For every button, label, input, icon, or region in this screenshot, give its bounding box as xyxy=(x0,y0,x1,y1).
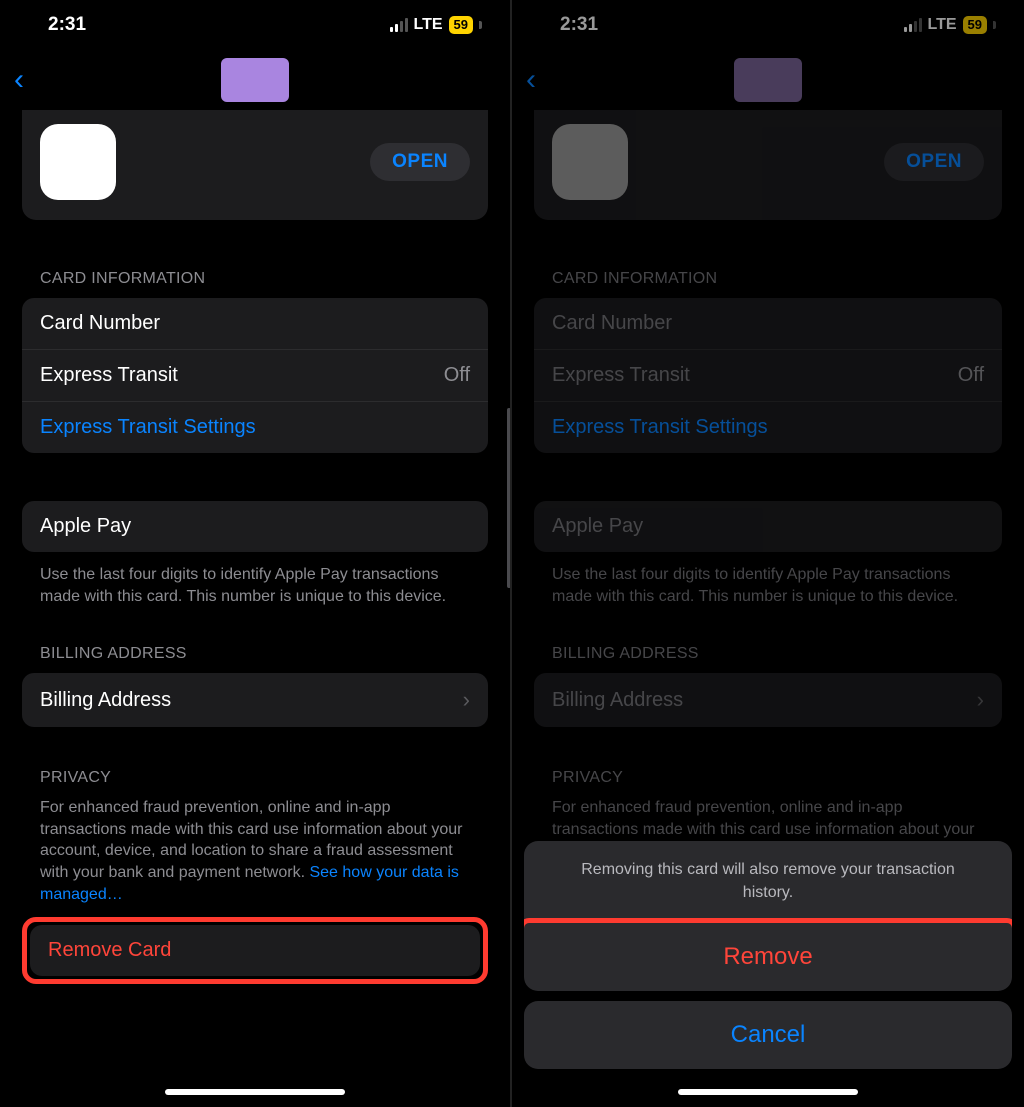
card-info-header: CARD INFORMATION xyxy=(22,270,488,288)
apple-pay-label: Apple Pay xyxy=(40,515,131,538)
app-icon xyxy=(40,124,116,200)
app-banner: OPEN xyxy=(22,110,488,220)
billing-address-cell[interactable]: Billing Address › xyxy=(22,673,488,727)
app-icon xyxy=(552,124,628,200)
privacy-footer: For enhanced fraud prevention, online an… xyxy=(22,797,488,905)
express-transit-cell[interactable]: Express Transit Off xyxy=(534,350,1002,402)
billing-address-label: Billing Address xyxy=(40,689,171,712)
status-bar: 2:31 LTE 59 xyxy=(0,0,510,50)
remove-card-label: Remove Card xyxy=(48,939,171,962)
content: OPEN CARD INFORMATION Card Number Expres… xyxy=(0,110,510,1107)
nav-bar: ‹ xyxy=(512,50,1024,110)
express-transit-settings-label: Express Transit Settings xyxy=(552,416,768,439)
network-label: LTE xyxy=(414,16,443,34)
remove-card-cell[interactable]: Remove Card xyxy=(30,925,480,976)
status-bar: 2:31 LTE 59 xyxy=(512,0,1024,50)
apple-pay-footer: Use the last four digits to identify App… xyxy=(22,564,488,607)
battery-icon: 59 xyxy=(449,16,473,34)
scroll-indicator xyxy=(507,408,510,588)
apple-pay-group: Apple Pay xyxy=(22,501,488,552)
back-button[interactable]: ‹ xyxy=(526,63,536,97)
card-number-label: Card Number xyxy=(40,312,160,335)
home-indicator[interactable] xyxy=(165,1089,345,1095)
chevron-right-icon: › xyxy=(977,687,984,713)
app-banner: OPEN xyxy=(534,110,1002,220)
apple-pay-cell[interactable]: Apple Pay xyxy=(22,501,488,552)
sheet-message: Removing this card will also remove your… xyxy=(524,841,1012,923)
billing-header: BILLING ADDRESS xyxy=(534,645,1002,663)
remove-card-highlight: Remove Card xyxy=(22,917,488,984)
billing-address-cell[interactable]: Billing Address › xyxy=(534,673,1002,727)
apple-pay-label: Apple Pay xyxy=(552,515,643,538)
battery-tip-icon xyxy=(479,21,482,29)
express-transit-label: Express Transit xyxy=(552,364,690,387)
battery-icon: 59 xyxy=(963,16,987,34)
card-thumbnail xyxy=(221,58,289,102)
billing-group: Billing Address › xyxy=(22,673,488,727)
card-info-group: Card Number Express Transit Off Express … xyxy=(22,298,488,453)
sheet-cancel-button[interactable]: Cancel xyxy=(524,1001,1012,1069)
express-transit-settings-cell[interactable]: Express Transit Settings xyxy=(22,402,488,453)
open-button[interactable]: OPEN xyxy=(884,143,984,181)
back-button[interactable]: ‹ xyxy=(14,63,24,97)
battery-tip-icon xyxy=(993,21,996,29)
action-sheet-top: Removing this card will also remove your… xyxy=(524,841,1012,991)
signal-icon xyxy=(904,18,922,32)
home-indicator[interactable] xyxy=(678,1089,858,1095)
billing-address-label: Billing Address xyxy=(552,689,683,712)
card-number-cell[interactable]: Card Number xyxy=(534,298,1002,350)
nav-bar: ‹ xyxy=(0,50,510,110)
apple-pay-footer: Use the last four digits to identify App… xyxy=(534,564,1002,607)
privacy-header: PRIVACY xyxy=(534,769,1002,787)
billing-group: Billing Address › xyxy=(534,673,1002,727)
express-transit-cell[interactable]: Express Transit Off xyxy=(22,350,488,402)
chevron-right-icon: › xyxy=(463,687,470,713)
open-button[interactable]: OPEN xyxy=(370,143,470,181)
status-right: LTE 59 xyxy=(390,16,483,34)
express-transit-value: Off xyxy=(444,364,470,387)
billing-header: BILLING ADDRESS xyxy=(22,645,488,663)
card-number-cell[interactable]: Card Number xyxy=(22,298,488,350)
card-number-label: Card Number xyxy=(552,312,672,335)
card-thumbnail xyxy=(734,58,802,102)
phone-left: 2:31 LTE 59 ‹ OPEN CARD INFORMATION Card… xyxy=(0,0,512,1107)
remove-card-group: Remove Card xyxy=(30,925,480,976)
status-time: 2:31 xyxy=(560,14,598,36)
network-label: LTE xyxy=(928,16,957,34)
express-transit-label: Express Transit xyxy=(40,364,178,387)
apple-pay-cell[interactable]: Apple Pay xyxy=(534,501,1002,552)
phone-right: 2:31 LTE 59 ‹ OPEN CARD INFORMATION Card… xyxy=(512,0,1024,1107)
status-time: 2:31 xyxy=(48,14,86,36)
content: OPEN CARD INFORMATION Card Number Expres… xyxy=(512,110,1024,1107)
card-info-group: Card Number Express Transit Off Express … xyxy=(534,298,1002,453)
action-sheet-bottom: Cancel xyxy=(524,1001,1012,1069)
action-sheet: Removing this card will also remove your… xyxy=(524,841,1012,1079)
sheet-remove-button[interactable]: Remove xyxy=(524,923,1012,991)
express-transit-settings-label: Express Transit Settings xyxy=(40,416,256,439)
apple-pay-group: Apple Pay xyxy=(534,501,1002,552)
signal-icon xyxy=(390,18,408,32)
remove-highlight: Remove xyxy=(524,918,1012,991)
status-right: LTE 59 xyxy=(904,16,997,34)
privacy-header: PRIVACY xyxy=(22,769,488,787)
card-info-header: CARD INFORMATION xyxy=(534,270,1002,288)
express-transit-settings-cell[interactable]: Express Transit Settings xyxy=(534,402,1002,453)
express-transit-value: Off xyxy=(958,364,984,387)
